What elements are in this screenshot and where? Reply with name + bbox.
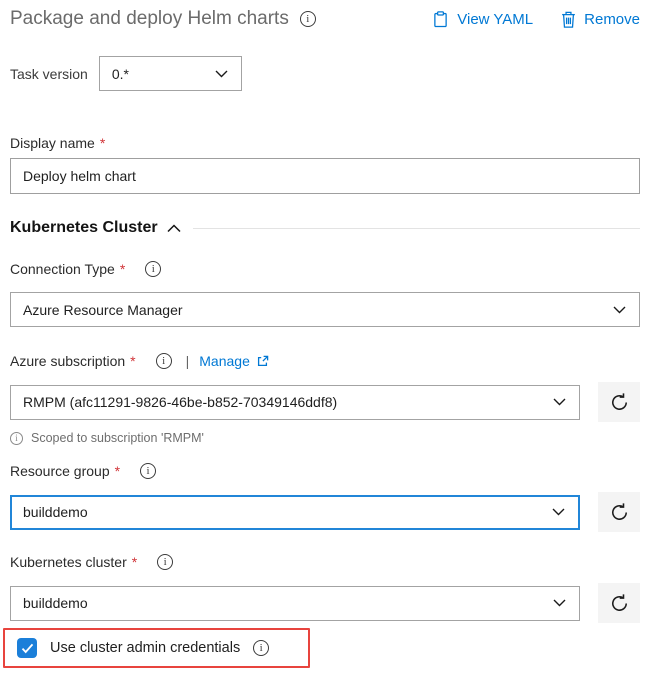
annotation-highlight: Use cluster admin credentials i <box>3 628 310 668</box>
connection-type-dropdown[interactable]: Azure Resource Manager <box>10 292 640 327</box>
chevron-down-icon <box>215 70 228 78</box>
chevron-down-icon <box>613 306 626 314</box>
view-yaml-button[interactable]: View YAML <box>432 11 533 28</box>
manage-link[interactable]: Manage <box>199 353 269 369</box>
resource-group-control-row: builddemo <box>10 492 640 532</box>
info-glyph: i <box>260 643 263 654</box>
kubernetes-cluster-info-icon[interactable]: i <box>157 554 173 570</box>
task-info-icon[interactable]: i <box>300 11 316 27</box>
task-version-dropdown[interactable]: 0.* <box>99 56 242 91</box>
kubernetes-cluster-label: Kubernetes cluster <box>10 554 127 570</box>
refresh-subscription-button[interactable] <box>598 382 640 422</box>
section-title: Kubernetes Cluster <box>10 219 158 237</box>
azure-subscription-info-icon[interactable]: i <box>156 353 172 369</box>
required-asterisk: * <box>115 463 120 479</box>
clipboard-icon <box>432 11 449 28</box>
view-yaml-label: View YAML <box>457 11 533 28</box>
remove-button[interactable]: Remove <box>561 11 640 28</box>
admin-credentials-info-icon[interactable]: i <box>253 640 269 656</box>
scoped-note-text: Scoped to subscription 'RMPM' <box>31 431 204 445</box>
remove-label: Remove <box>584 11 640 28</box>
resource-group-field: Resource group * i builddemo <box>10 463 640 532</box>
chevron-up-icon <box>167 224 181 233</box>
azure-subscription-dropdown[interactable]: RMPM (afc11291-9826-46be-b852-70349146dd… <box>10 385 580 420</box>
kubernetes-cluster-field: Kubernetes cluster * i builddemo <box>10 554 640 623</box>
azure-subscription-field: Azure subscription * i | Manage RMPM (af… <box>10 353 640 445</box>
section-divider <box>193 228 640 229</box>
section-kubernetes-cluster[interactable]: Kubernetes Cluster <box>10 219 640 237</box>
required-asterisk: * <box>120 261 125 277</box>
task-version-label: Task version <box>10 66 88 82</box>
info-glyph: i <box>152 264 155 275</box>
azure-subscription-label: Azure subscription <box>10 353 125 369</box>
required-asterisk: * <box>100 135 105 151</box>
task-version-value: 0.* <box>112 66 129 82</box>
refresh-resource-group-button[interactable] <box>598 492 640 532</box>
required-asterisk: * <box>130 353 135 369</box>
resource-group-dropdown[interactable]: builddemo <box>10 495 580 530</box>
connection-type-label: Connection Type <box>10 261 115 277</box>
scoped-note: i Scoped to subscription 'RMPM' <box>10 431 640 445</box>
display-name-field: Display name * <box>10 135 640 194</box>
manage-label: Manage <box>199 353 250 369</box>
resource-group-value: builddemo <box>23 504 88 520</box>
refresh-icon <box>609 392 630 413</box>
required-asterisk: * <box>132 554 137 570</box>
chevron-down-icon <box>553 599 566 607</box>
task-header: Package and deploy Helm charts i View YA… <box>10 8 640 30</box>
display-name-label: Display name <box>10 135 95 151</box>
info-icon: i <box>10 432 23 445</box>
trash-icon <box>561 11 576 28</box>
resource-group-label: Resource group <box>10 463 110 479</box>
resource-group-info-icon[interactable]: i <box>140 463 156 479</box>
azure-subscription-value: RMPM (afc11291-9826-46be-b852-70349146dd… <box>23 394 337 410</box>
admin-credentials-label: Use cluster admin credentials <box>50 640 240 656</box>
info-glyph: i <box>147 466 150 477</box>
connection-type-value: Azure Resource Manager <box>23 302 183 318</box>
kubernetes-cluster-control-row: builddemo <box>10 583 640 623</box>
info-glyph: i <box>162 356 165 367</box>
kubernetes-cluster-dropdown[interactable]: builddemo <box>10 586 580 621</box>
refresh-icon <box>609 593 630 614</box>
page-title: Package and deploy Helm charts <box>10 8 289 30</box>
display-name-input[interactable] <box>10 158 640 194</box>
info-glyph: i <box>306 14 309 25</box>
task-version-row: Task version 0.* <box>10 56 640 91</box>
connection-type-field: Connection Type * i Azure Resource Manag… <box>10 261 640 327</box>
separator: | <box>186 353 190 369</box>
check-icon <box>21 643 34 654</box>
connection-type-info-icon[interactable]: i <box>145 261 161 277</box>
chevron-down-icon <box>552 508 565 516</box>
kubernetes-cluster-value: builddemo <box>23 595 88 611</box>
info-glyph: i <box>164 557 167 568</box>
task-configuration-panel: Package and deploy Helm charts i View YA… <box>0 0 650 668</box>
external-link-icon <box>256 355 269 368</box>
admin-credentials-checkbox[interactable] <box>17 638 37 658</box>
refresh-icon <box>609 502 630 523</box>
azure-subscription-control-row: RMPM (afc11291-9826-46be-b852-70349146dd… <box>10 382 640 422</box>
header-actions: View YAML Remove <box>432 11 640 28</box>
refresh-kubernetes-cluster-button[interactable] <box>598 583 640 623</box>
chevron-down-icon <box>553 398 566 406</box>
info-glyph: i <box>15 434 18 443</box>
